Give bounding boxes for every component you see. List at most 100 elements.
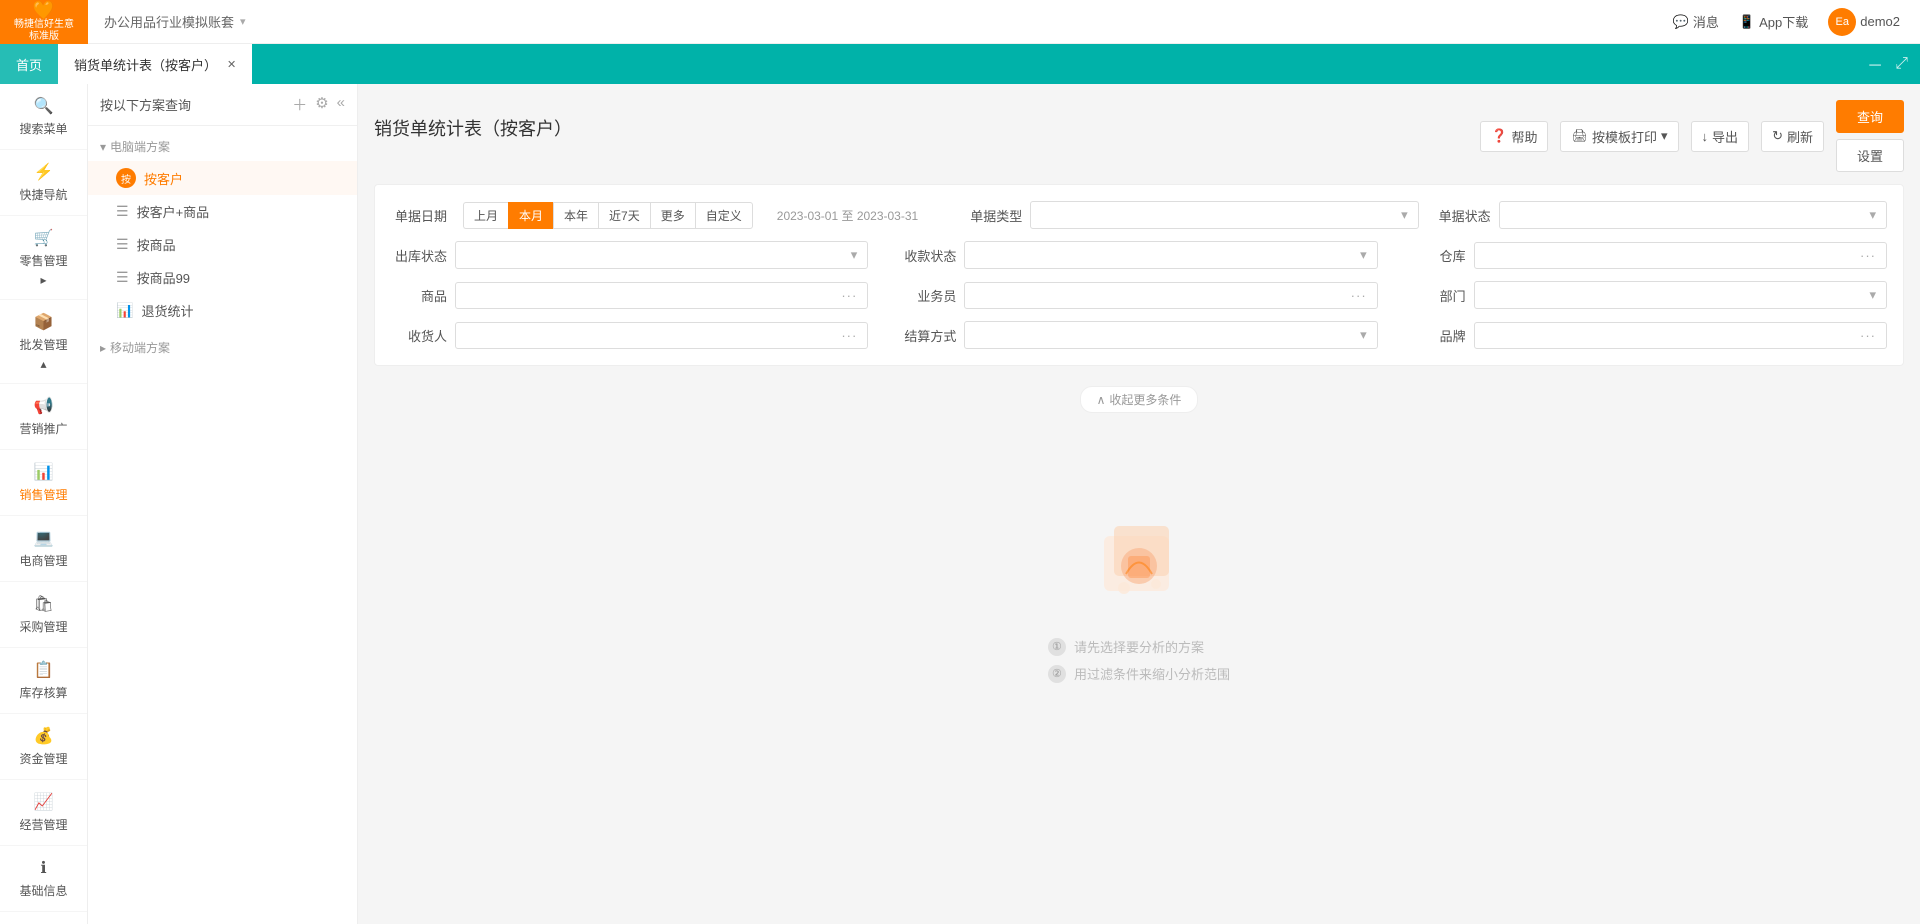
sidebar-item-ops[interactable]: 📈 经营管理 xyxy=(0,780,87,846)
avatar-text: Ea xyxy=(1836,16,1849,28)
message-button[interactable]: 💬 消息 xyxy=(1673,12,1719,31)
scheme-by-product-99-label: 按商品99 xyxy=(137,268,190,287)
empty-tip-2: ② 用过滤条件来缩小分析范围 xyxy=(1048,664,1230,683)
logo[interactable]: 🧡 畅捷信好生意 标准版 xyxy=(0,0,88,44)
tab-home[interactable]: 首页 xyxy=(0,44,58,84)
product-select[interactable]: ··· xyxy=(455,282,868,309)
inventory-icon: 📋 xyxy=(34,660,54,680)
search-icon: 🔍 xyxy=(34,96,54,116)
sidebar-item-wholesale[interactable]: 📦 批发管理 ▴ xyxy=(0,300,87,384)
left-panel: 按以下方案查询 ＋ ⚙ « ▾ 电脑端方案 按 按客户 ☰ 按客户+商品 ☰ xyxy=(88,84,358,924)
filter-panel: 单据日期 上月 本月 本年 近7天 更多 自定义 2023-03-01 至 20… xyxy=(374,184,1904,366)
refresh-icon: ↻ xyxy=(1772,128,1783,144)
scheme-by-customer[interactable]: 按 按客户 xyxy=(88,161,357,195)
app-label: App下载 xyxy=(1759,12,1808,31)
wholesale-arrow: ▴ xyxy=(40,357,46,371)
tabbar: 首页 销货单统计表（按客户） ✕ － ⤢ xyxy=(0,44,1920,84)
sidebar-item-search[interactable]: 🔍 搜索菜单 xyxy=(0,84,87,150)
collapse-row: ∧ 收起更多条件 xyxy=(374,378,1904,421)
topbar: 🧡 畅捷信好生意 标准版 办公用品行业模拟账套 ▾ 💬 消息 📱 App下载 E… xyxy=(0,0,1920,44)
topbar-chevron: ▾ xyxy=(240,15,246,28)
sidebar-item-finance[interactable]: 💰 资金管理 xyxy=(0,714,87,780)
salesperson-select[interactable]: ··· xyxy=(964,282,1377,309)
this-year-btn[interactable]: 本年 xyxy=(553,202,598,229)
sales-icon: 📊 xyxy=(34,462,54,482)
doc-status-select[interactable]: ▾ xyxy=(1499,201,1887,229)
sidebar-item-inventory[interactable]: 📋 库存核算 xyxy=(0,648,87,714)
page-actions: ❓ 帮助 🖨 按模板打印 ▾ ↓ 导出 ↻ 刷新 查询 xyxy=(1480,100,1904,172)
warehouse-select[interactable]: ··· xyxy=(1474,242,1887,269)
finance-icon: 💰 xyxy=(34,726,54,746)
scheme-icon-2: ☰ xyxy=(116,236,129,253)
logo-subtext: 标准版 xyxy=(29,31,59,43)
pc-group-label: 电脑端方案 xyxy=(110,138,170,155)
marketing-icon: 📢 xyxy=(34,396,54,416)
pc-scheme-group: ▾ 电脑端方案 按 按客户 ☰ 按客户+商品 ☰ 按商品 ☰ 按商品99 📊 xyxy=(88,126,357,333)
more-btn[interactable]: 更多 xyxy=(650,202,695,229)
recipient-select[interactable]: ··· xyxy=(455,322,868,349)
pc-group-header[interactable]: ▾ 电脑端方案 xyxy=(88,132,357,161)
sidebar-item-quick-nav[interactable]: ⚡ 快捷导航 xyxy=(0,150,87,216)
help-button[interactable]: ❓ 帮助 xyxy=(1480,121,1548,152)
payment-status-select[interactable]: ▾ xyxy=(964,241,1377,269)
tab-close-icon[interactable]: ✕ xyxy=(227,58,236,71)
scheme-by-customer-product[interactable]: ☰ 按客户+商品 xyxy=(88,195,357,228)
app-download-button[interactable]: 📱 App下载 xyxy=(1739,12,1808,31)
mobile-group-label: 移动端方案 xyxy=(110,339,170,356)
scheme-return-stats[interactable]: 📊 退货统计 xyxy=(88,294,357,327)
template-print-button[interactable]: 🖨 按模板打印 ▾ xyxy=(1560,121,1678,152)
custom-btn[interactable]: 自定义 xyxy=(695,202,753,229)
collapse-up-icon: ∧ xyxy=(1097,393,1106,407)
department-label: 部门 xyxy=(1410,286,1466,305)
sidebar-label-marketing: 营销推广 xyxy=(19,420,67,437)
brand-dots: ··· xyxy=(1860,328,1876,343)
user-menu[interactable]: Ea demo2 xyxy=(1828,8,1900,36)
payment-status-chevron: ▾ xyxy=(1360,247,1367,263)
maximize-icon[interactable]: ⤢ xyxy=(1895,55,1908,73)
help-icon: ❓ xyxy=(1491,128,1507,144)
recipient-dots: ··· xyxy=(841,328,857,343)
print-icon: 🖨 xyxy=(1571,128,1588,144)
sidebar-label-basic-info: 基础信息 xyxy=(19,882,67,899)
tab-sales-report[interactable]: 销货单统计表（按客户） ✕ xyxy=(58,44,252,84)
mobile-group-header[interactable]: ▸ 移动端方案 xyxy=(88,333,357,362)
export-button[interactable]: ↓ 导出 xyxy=(1691,121,1750,152)
add-scheme-button[interactable]: ＋ xyxy=(292,94,307,115)
last-month-btn[interactable]: 上月 xyxy=(463,202,508,229)
basic-info-icon: ℹ xyxy=(40,858,46,878)
template-print-label: 按模板打印 xyxy=(1592,127,1657,146)
collapse-button[interactable]: ∧ 收起更多条件 xyxy=(1080,386,1199,413)
settlement-select[interactable]: ▾ xyxy=(964,321,1377,349)
tip-num-1: ① xyxy=(1048,638,1066,656)
sidebar-item-purchase[interactable]: 🛍 采购管理 xyxy=(0,582,87,648)
query-button[interactable]: 查询 xyxy=(1836,100,1904,133)
setting-button[interactable]: 设置 xyxy=(1836,139,1904,172)
scheme-by-product-99[interactable]: ☰ 按商品99 xyxy=(88,261,357,294)
refresh-button[interactable]: ↻ 刷新 xyxy=(1761,121,1824,152)
sidebar-item-marketing[interactable]: 📢 营销推广 xyxy=(0,384,87,450)
brand-label: 品牌 xyxy=(1410,326,1466,345)
minimize-icon[interactable]: － xyxy=(1867,52,1883,76)
collapse-panel-button[interactable]: « xyxy=(337,94,345,115)
empty-state: ① 请先选择要分析的方案 ② 用过滤条件来缩小分析范围 xyxy=(374,421,1904,763)
sidebar-item-basic-info[interactable]: ℹ 基础信息 xyxy=(0,846,87,912)
brand-select[interactable]: ··· xyxy=(1474,322,1887,349)
sidebar-item-retail[interactable]: 🛒 零售管理 ▸ xyxy=(0,216,87,300)
out-status-select[interactable]: ▾ xyxy=(455,241,868,269)
sidebar-item-system[interactable]: ⚙ 系统管理 xyxy=(0,912,87,924)
department-select[interactable]: ▾ xyxy=(1474,281,1887,309)
sidebar-label-sales: 销售管理 xyxy=(19,486,67,503)
purchase-icon: 🛍 xyxy=(33,594,53,614)
filter-row-4: 收货人 ··· 结算方式 ▾ 品牌 xyxy=(391,321,1887,349)
settings-scheme-button[interactable]: ⚙ xyxy=(315,94,328,115)
doc-type-select[interactable]: ▾ xyxy=(1030,201,1418,229)
doc-type-chevron: ▾ xyxy=(1401,207,1408,223)
last-7-btn[interactable]: 近7天 xyxy=(598,202,650,229)
date-range: 2023-03-01 至 2023-03-31 xyxy=(777,207,918,224)
scheme-by-product[interactable]: ☰ 按商品 xyxy=(88,228,357,261)
topbar-actions: 💬 消息 📱 App下载 Ea demo2 xyxy=(1673,8,1920,36)
sidebar-item-sales-mgmt[interactable]: 📊 销售管理 xyxy=(0,450,87,516)
sidebar-item-ecommerce[interactable]: 💻 电商管理 xyxy=(0,516,87,582)
tip-num-2: ② xyxy=(1048,665,1066,683)
this-month-btn[interactable]: 本月 xyxy=(508,202,553,229)
